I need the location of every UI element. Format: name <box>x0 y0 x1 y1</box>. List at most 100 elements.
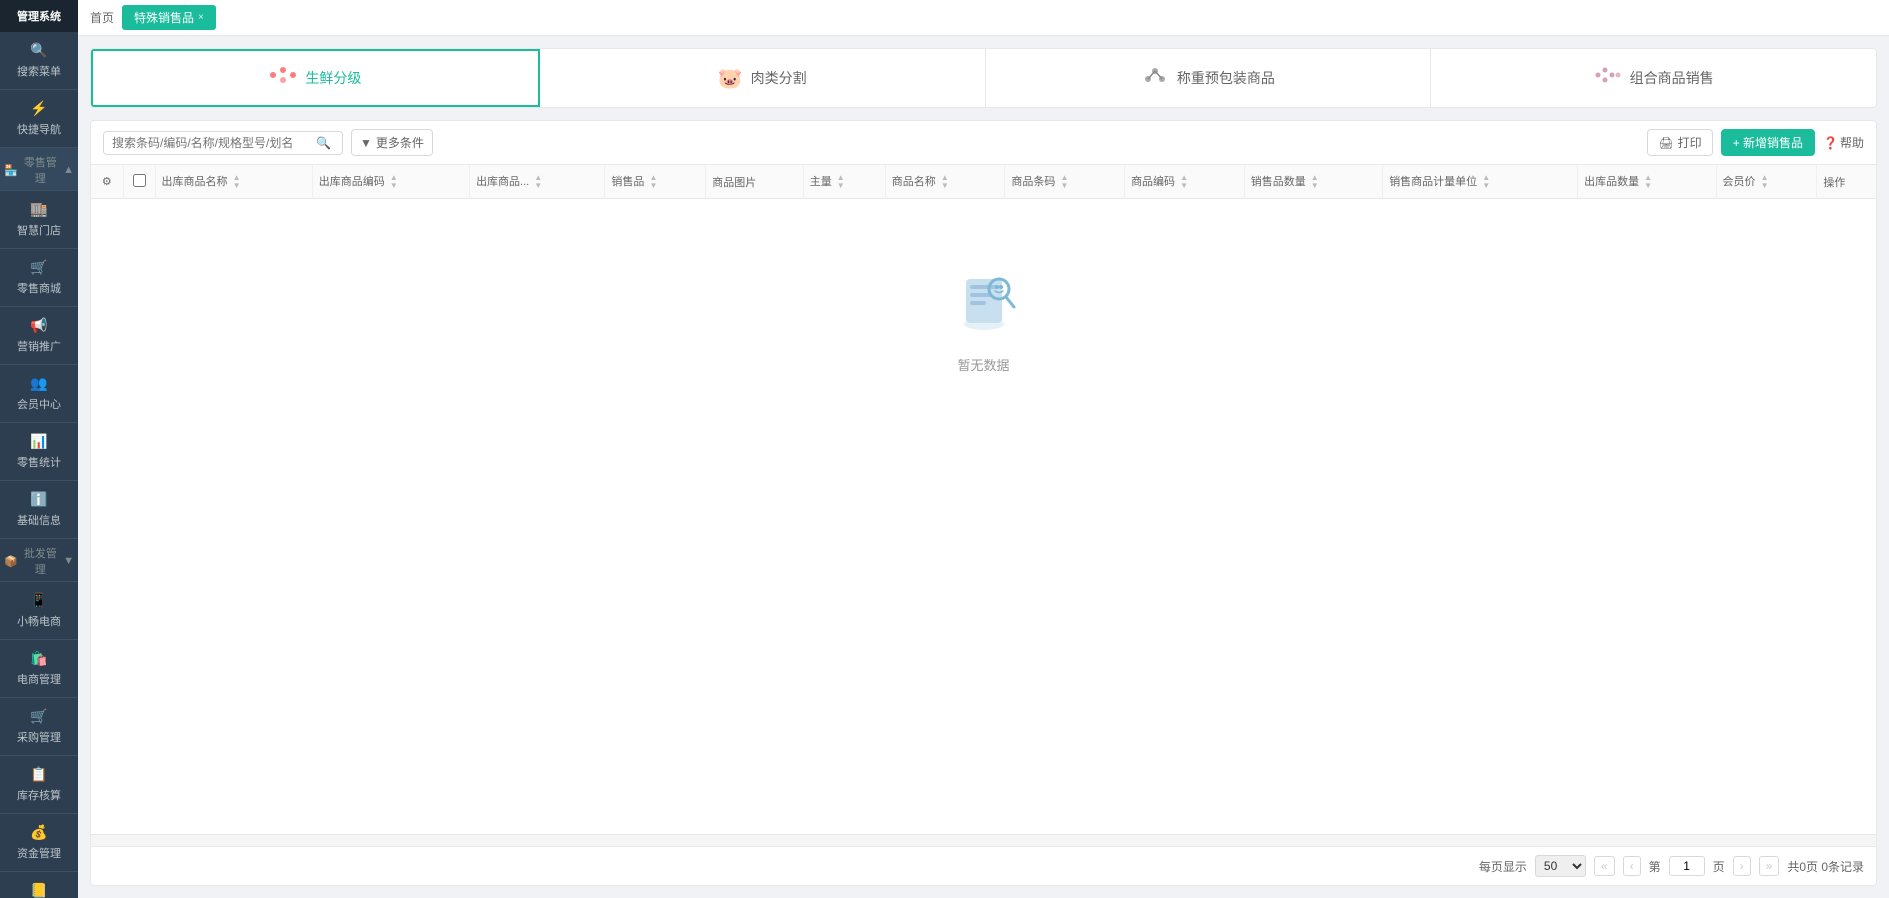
th-item-name[interactable]: 商品名称 ▲▼ <box>885 165 1005 199</box>
toolbar-left: 🔍 ▼ 更多条件 <box>103 129 433 156</box>
sidebar-item-label: 营销推广 <box>17 338 61 354</box>
retail-icon: 🏪 <box>4 164 18 177</box>
filter-icon: ▼ <box>360 136 372 150</box>
th-weight[interactable]: 主量 ▲▼ <box>803 165 885 199</box>
sidebar-item-miniecom[interactable]: 📱 小畅电商 <box>0 582 78 640</box>
fresh-tab-icon <box>269 65 297 91</box>
sort-icons: ▲▼ <box>837 174 845 190</box>
sidebar-item-inventory[interactable]: 📋 库存核算 <box>0 756 78 814</box>
th-item-code[interactable]: 商品编码 ▲▼ <box>1125 165 1245 199</box>
last-page-btn[interactable]: » <box>1759 856 1780 876</box>
th-out-name[interactable]: 出库商品名称 ▲▼ <box>155 165 312 199</box>
weighpkg-tab-icon <box>1141 65 1169 91</box>
topbar-active-tab[interactable]: 特殊销售品 × <box>122 5 216 30</box>
sidebar-item-members[interactable]: 👥 会员中心 <box>0 365 78 423</box>
sort-icons: ▲▼ <box>649 174 657 190</box>
sort-icons: ▲▼ <box>1482 174 1490 190</box>
sidebar-item-quicknav[interactable]: ⚡ 快捷导航 <box>0 90 78 148</box>
search-menu-icon: 🔍 <box>30 42 47 59</box>
category-tab-combo[interactable]: 组合商品销售 <box>1431 49 1876 107</box>
chevron-down-icon: ▲ <box>63 164 74 176</box>
help-icon: ❓ <box>1823 136 1838 150</box>
sidebar-item-label: 会员中心 <box>17 396 61 412</box>
th-sale-unit[interactable]: 销售商品计量单位 ▲▼ <box>1383 165 1578 199</box>
sidebar-item-label: 零售管理 <box>20 154 61 186</box>
prev-page-btn[interactable]: ‹ <box>1623 856 1641 876</box>
sidebar-item-retail[interactable]: 🏪 零售管理 ▲ <box>0 148 78 191</box>
help-button[interactable]: ❓ 帮助 <box>1823 134 1864 151</box>
inventory-icon: 📋 <box>30 766 47 783</box>
sort-icons: ▲▼ <box>1060 174 1068 190</box>
topbar-tab-close[interactable]: × <box>198 12 204 23</box>
sidebar-item-retailmall[interactable]: 🛒 零售商城 <box>0 249 78 307</box>
filter-button[interactable]: ▼ 更多条件 <box>351 129 433 156</box>
sidebar-item-label: 批发管理 <box>20 545 61 577</box>
first-page-btn[interactable]: « <box>1594 856 1615 876</box>
print-button[interactable]: 🖨 打印 <box>1647 129 1712 156</box>
category-tab-weighpkg[interactable]: 称重预包装商品 <box>986 49 1432 107</box>
topbar-tab-label: 特殊销售品 <box>134 9 194 26</box>
sidebar-item-marketing[interactable]: 📢 营销推广 <box>0 307 78 365</box>
sidebar-item-finance[interactable]: 💰 资金管理 <box>0 814 78 872</box>
th-checkbox[interactable] <box>123 165 155 199</box>
basicinfo-icon: ℹ️ <box>30 491 47 508</box>
ledger-icon: 📒 <box>30 882 47 898</box>
sidebar-item-ledger[interactable]: 📒 总账管理 <box>0 872 78 898</box>
empty-icon <box>944 259 1024 339</box>
empty-state: 暂无数据 <box>91 199 1876 434</box>
sort-icons: ▲▼ <box>390 174 398 190</box>
meat-tab-icon: 🐷 <box>718 66 743 91</box>
marketing-icon: 📢 <box>30 317 47 334</box>
th-out-spec[interactable]: 出库商品... ▲▼ <box>470 165 605 199</box>
sidebar-item-label: 电商管理 <box>17 671 61 687</box>
sidebar-item-purchase[interactable]: 🛒 采购管理 <box>0 698 78 756</box>
th-settings[interactable]: ⚙ <box>91 165 123 199</box>
sort-icons: ▲▼ <box>1761 174 1769 190</box>
th-item-barcode[interactable]: 商品条码 ▲▼ <box>1005 165 1125 199</box>
sort-icons: ▲▼ <box>941 174 949 190</box>
sidebar-item-basicinfo[interactable]: ℹ️ 基础信息 <box>0 481 78 539</box>
sidebar-item-label: 零售商城 <box>17 280 61 296</box>
th-sale-item[interactable]: 销售品 ▲▼ <box>605 165 706 199</box>
sidebar-item-ecom[interactable]: 🛍️ 电商管理 <box>0 640 78 698</box>
search-box[interactable]: 🔍 <box>103 131 343 155</box>
sidebar-item-label: 零售统计 <box>17 454 61 470</box>
chevron-down-icon: ▼ <box>63 555 74 567</box>
retailstats-icon: 📊 <box>30 433 47 450</box>
th-sale-qty[interactable]: 销售品数量 ▲▼ <box>1244 165 1382 199</box>
per-page-select[interactable]: 50 10 20 100 <box>1535 855 1586 877</box>
sort-icons: ▲▼ <box>1644 174 1652 190</box>
sidebar-item-label: 资金管理 <box>17 845 61 861</box>
page-input[interactable] <box>1669 856 1705 876</box>
sidebar-item-smartstore[interactable]: 🏬 智慧门店 <box>0 191 78 249</box>
finance-icon: 💰 <box>30 824 47 841</box>
meat-tab-label: 肉类分割 <box>751 68 807 88</box>
smartstore-icon: 🏬 <box>30 201 47 218</box>
next-page-btn[interactable]: › <box>1733 856 1751 876</box>
add-label: + 新增销售品 <box>1733 134 1803 151</box>
category-tab-meat[interactable]: 🐷 肉类分割 <box>540 49 986 107</box>
sidebar-item-label: 快捷导航 <box>17 121 61 137</box>
content-area: 生鲜分级 🐷 肉类分割 称重预包装商品 <box>78 36 1889 898</box>
help-label: 帮助 <box>1840 134 1864 151</box>
th-out-qty[interactable]: 出库品数量 ▲▼ <box>1578 165 1716 199</box>
sidebar-item-search[interactable]: 🔍 搜索菜单 <box>0 32 78 90</box>
sort-icons: ▲▼ <box>1311 174 1319 190</box>
horizontal-scrollbar[interactable] <box>91 834 1876 846</box>
search-input[interactable] <box>112 136 312 150</box>
add-button[interactable]: + 新增销售品 <box>1721 129 1815 156</box>
total-label: 共0页 0条记录 <box>1787 858 1864 875</box>
topbar-home[interactable]: 首页 <box>90 9 114 26</box>
category-tab-fresh[interactable]: 生鲜分级 <box>91 49 540 107</box>
sidebar: 管理系统 🔍 搜索菜单 ⚡ 快捷导航 🏪 零售管理 ▲ 🏬 智慧门店 🛒 零售商… <box>0 0 78 898</box>
select-all-checkbox[interactable] <box>133 174 146 187</box>
quicknav-icon: ⚡ <box>30 100 47 117</box>
page-suffix: 页 <box>1713 858 1725 875</box>
empty-text: 暂无数据 <box>957 355 1009 374</box>
combo-tab-label: 组合商品销售 <box>1630 68 1714 88</box>
sidebar-item-retailstats[interactable]: 📊 零售统计 <box>0 423 78 481</box>
table-area: 🔍 ▼ 更多条件 🖨 打印 + 新增销售品 <box>90 120 1877 886</box>
th-out-code[interactable]: 出库商品编码 ▲▼ <box>312 165 469 199</box>
th-member-price[interactable]: 会员价 ▲▼ <box>1716 165 1817 199</box>
sidebar-item-wholesale[interactable]: 📦 批发管理 ▼ <box>0 539 78 582</box>
